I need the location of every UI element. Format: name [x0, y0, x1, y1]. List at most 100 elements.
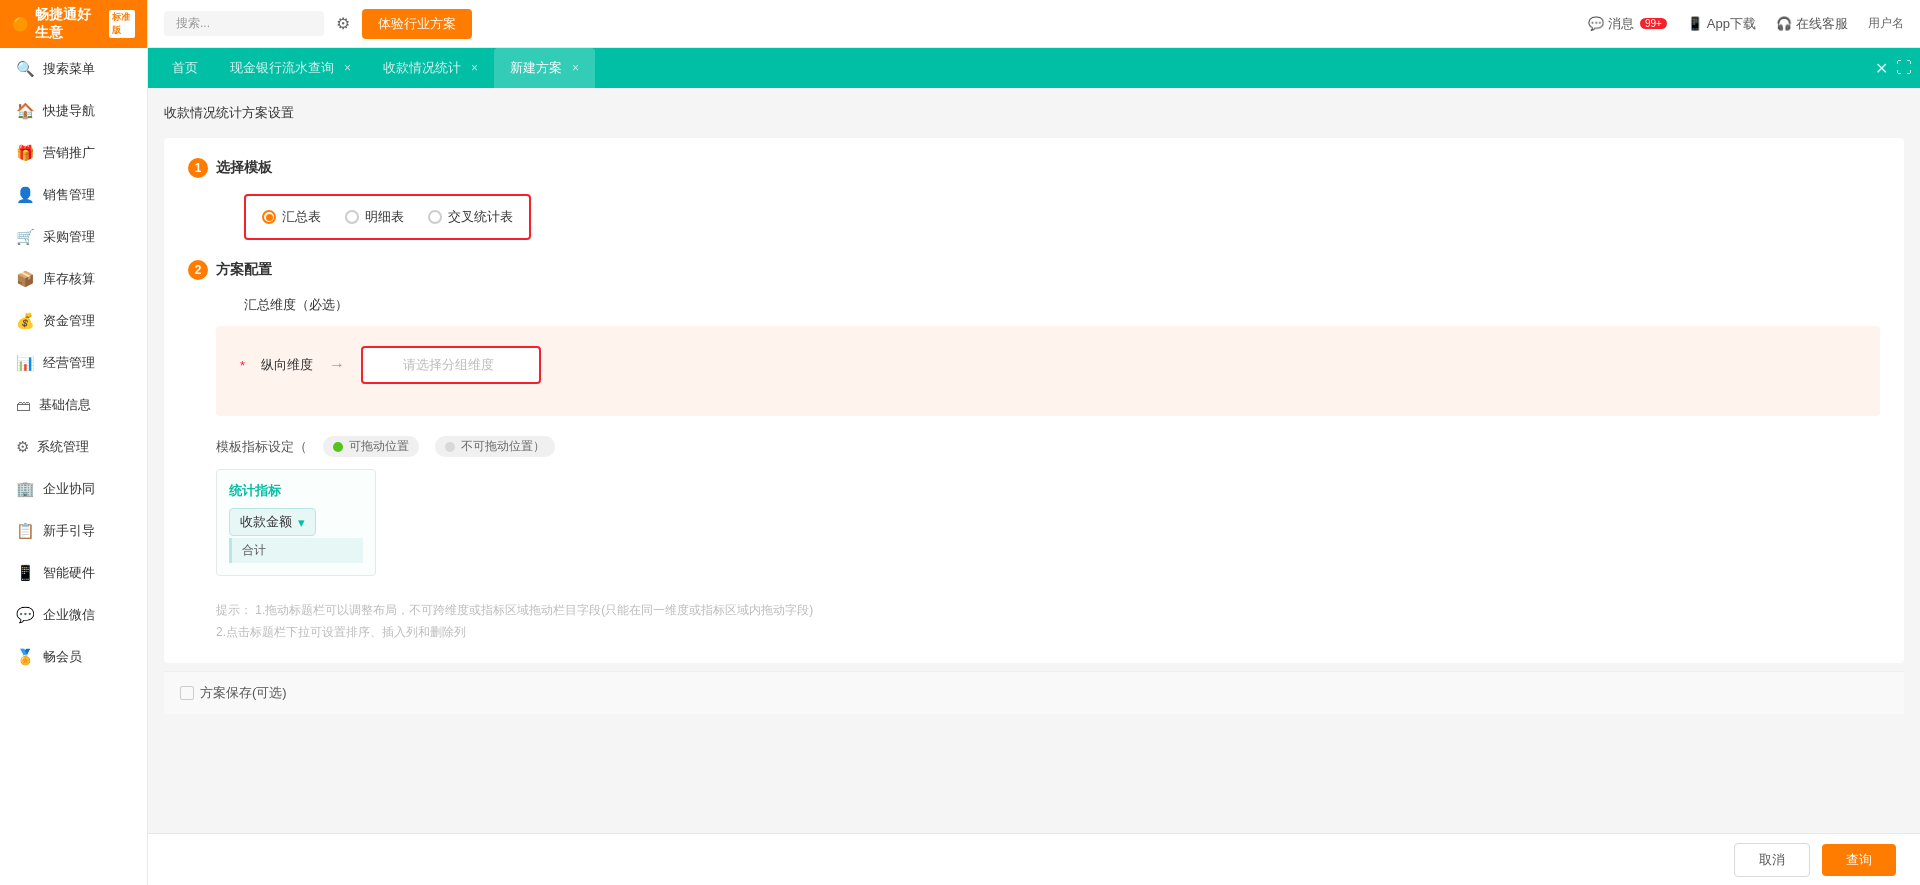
sidebar-item-label: 采购管理	[43, 228, 95, 246]
sidebar-item-search-menu[interactable]: 🔍 搜索菜单	[0, 48, 147, 90]
window-buttons: ✕ ⛶	[1875, 59, 1912, 78]
sidebar-item-inventory[interactable]: 📦 库存核算	[0, 258, 147, 300]
header-right: 💬 消息 99+ 📱 App下载 🎧 在线客服 用户名	[1588, 15, 1904, 33]
metric-tag-container: 收款金额 ▾ 合计	[229, 508, 363, 563]
sidebar-item-label: 系统管理	[37, 438, 89, 456]
hint-area: 提示： 1.拖动标题栏可以调整布局，不可跨维度或指标区域拖动栏目字段(只能在同一…	[216, 600, 1880, 643]
sidebar-item-basic[interactable]: 🗃 基础信息	[0, 384, 147, 426]
tab-home[interactable]: 首页	[156, 48, 214, 88]
vertical-dimension-row: * 纵向维度 → 请选择分组维度	[240, 346, 1856, 384]
maximize-icon[interactable]: ⛶	[1896, 59, 1912, 78]
tab-receipt-stats-close[interactable]: ×	[471, 61, 478, 75]
sidebar-item-label: 快捷导航	[43, 102, 95, 120]
chat-icon: 💬	[16, 606, 35, 624]
radio-detail-label: 明细表	[365, 208, 404, 226]
tab-cash-bank[interactable]: 现金银行流水查询 ×	[214, 48, 367, 88]
sidebar-item-member[interactable]: 🏅 畅会员	[0, 636, 147, 678]
radio-summary[interactable]: 汇总表	[262, 208, 321, 226]
dimension-selector[interactable]: 请选择分组维度	[361, 346, 541, 384]
radio-cross-label: 交叉统计表	[448, 208, 513, 226]
tab-new-plan-close[interactable]: ×	[572, 61, 579, 75]
settings-icon[interactable]: ⚙	[336, 14, 350, 33]
sidebar-item-guide[interactable]: 📋 新手引导	[0, 510, 147, 552]
industry-plan-button[interactable]: 体验行业方案	[362, 9, 472, 39]
sidebar-item-label: 企业协同	[43, 480, 95, 498]
support-label: 在线客服	[1796, 15, 1848, 33]
save-checkbox-text: 方案保存(可选)	[200, 684, 287, 702]
sidebar-item-marketing[interactable]: 🎁 营销推广	[0, 132, 147, 174]
page-title: 收款情况统计方案设置	[164, 104, 1904, 122]
logo-icon: 🟠	[12, 16, 29, 32]
sidebar-item-quick-nav[interactable]: 🏠 快捷导航	[0, 90, 147, 132]
chart-icon: 📊	[16, 354, 35, 372]
draggable-badge: 可拖动位置	[323, 436, 419, 457]
headset-icon: 🎧	[1776, 16, 1792, 31]
radio-cross-circle	[428, 210, 442, 224]
metrics-header: 模板指标设定（ 可拖动位置 不可拖动位置）	[216, 436, 1880, 457]
header-search-box: 搜索...	[164, 11, 324, 36]
draggable-dot	[333, 442, 343, 452]
home-icon: 🏠	[16, 102, 35, 120]
sidebar-item-finance[interactable]: 💰 资金管理	[0, 300, 147, 342]
money-icon: 💰	[16, 312, 35, 330]
message-label: 消息	[1608, 15, 1634, 33]
dimension-row-label: 纵向维度	[261, 356, 313, 374]
tab-cash-bank-close[interactable]: ×	[344, 61, 351, 75]
save-checkbox-label[interactable]: 方案保存(可选)	[180, 684, 1888, 702]
sidebar-item-sales[interactable]: 👤 销售管理	[0, 174, 147, 216]
radio-summary-label: 汇总表	[282, 208, 321, 226]
sidebar: 🟠 畅捷通好生意 标准版 🔍 搜索菜单 🏠 快捷导航 🎁 营销推广 👤 销售管理…	[0, 0, 148, 885]
message-icon: 💬	[1588, 16, 1604, 31]
non-draggable-dot	[445, 442, 455, 452]
metric-tag-label: 收款金额	[240, 513, 292, 531]
download-button[interactable]: 📱 App下载	[1687, 15, 1756, 33]
sidebar-item-operation[interactable]: 📊 经营管理	[0, 342, 147, 384]
sidebar-item-corp[interactable]: 🏢 企业协同	[0, 468, 147, 510]
sidebar-item-label: 资金管理	[43, 312, 95, 330]
sidebar-item-label: 新手引导	[43, 522, 95, 540]
save-checkbox[interactable]	[180, 686, 194, 700]
sidebar-item-label: 搜索菜单	[43, 60, 95, 78]
user-name: 用户名	[1868, 15, 1904, 32]
message-badge: 99+	[1640, 18, 1667, 29]
template-selection: 汇总表 明细表 交叉统计表	[244, 194, 531, 240]
sidebar-item-label: 销售管理	[43, 186, 95, 204]
close-window-icon[interactable]: ✕	[1875, 59, 1888, 78]
search-text: 搜索...	[176, 16, 210, 30]
sidebar-item-wechat[interactable]: 💬 企业微信	[0, 594, 147, 636]
tab-bar: 首页 现金银行流水查询 × 收款情况统计 × 新建方案 × ✕ ⛶	[148, 48, 1920, 88]
main-area: 搜索... ⚙ 体验行业方案 💬 消息 99+ 📱 App下载 🎧 在线客服 用…	[148, 0, 1920, 885]
tab-new-plan[interactable]: 新建方案 ×	[494, 48, 595, 88]
settings-card: 1 选择模板 汇总表 明细表 交叉统计表	[164, 138, 1904, 663]
tab-new-plan-label: 新建方案	[510, 59, 562, 77]
sidebar-item-label: 基础信息	[39, 396, 91, 414]
metric-tag-receipt[interactable]: 收款金额 ▾	[229, 508, 316, 536]
radio-cross[interactable]: 交叉统计表	[428, 208, 513, 226]
person-icon: 👤	[16, 186, 35, 204]
non-draggable-badge: 不可拖动位置）	[435, 436, 555, 457]
cart-icon: 🛒	[16, 228, 35, 246]
query-button[interactable]: 查询	[1822, 844, 1896, 876]
tab-receipt-stats[interactable]: 收款情况统计 ×	[367, 48, 494, 88]
sidebar-item-label: 营销推广	[43, 144, 95, 162]
sidebar-item-system[interactable]: ⚙ 系统管理	[0, 426, 147, 468]
radio-detail[interactable]: 明细表	[345, 208, 404, 226]
sidebar-item-label: 库存核算	[43, 270, 95, 288]
sidebar-item-label: 畅会员	[43, 648, 82, 666]
sidebar-item-label: 企业微信	[43, 606, 95, 624]
bottom-action-bar: 取消 查询	[148, 833, 1920, 885]
medal-icon: 🏅	[16, 648, 35, 666]
stats-label: 统计指标	[229, 482, 363, 500]
sidebar-item-hardware[interactable]: 📱 智能硬件	[0, 552, 147, 594]
step1-number: 1	[188, 158, 208, 178]
step2-header: 2 方案配置	[188, 260, 1880, 280]
metrics-table: 统计指标 收款金额 ▾ 合计	[216, 469, 376, 576]
building-icon: 🏢	[16, 480, 35, 498]
search-menu-icon: 🔍	[16, 60, 35, 78]
support-button[interactable]: 🎧 在线客服	[1776, 15, 1848, 33]
sidebar-item-purchase[interactable]: 🛒 采购管理	[0, 216, 147, 258]
non-draggable-label: 不可拖动位置）	[461, 438, 545, 455]
cancel-button[interactable]: 取消	[1734, 843, 1810, 877]
tab-receipt-stats-label: 收款情况统计	[383, 59, 461, 77]
message-button[interactable]: 💬 消息 99+	[1588, 15, 1667, 33]
